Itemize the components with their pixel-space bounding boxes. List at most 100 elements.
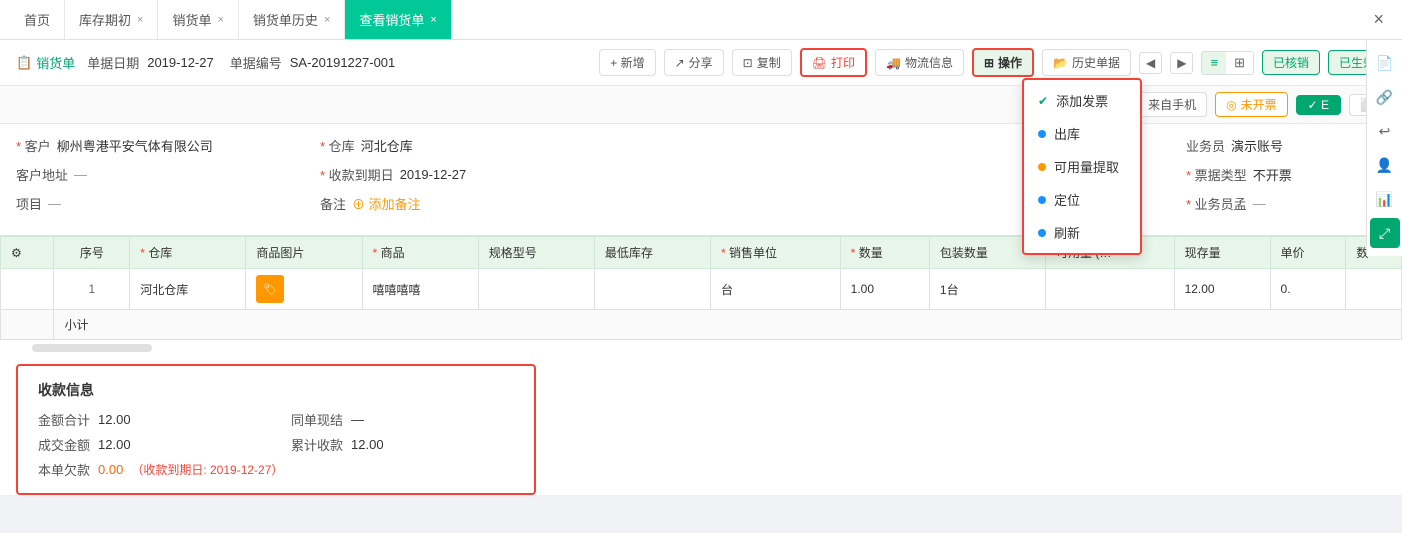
row-available: [1046, 269, 1175, 310]
row-unit-price: 0.: [1270, 269, 1346, 310]
view-grid-button[interactable]: ⊞: [1226, 52, 1253, 74]
payment-date-value: 2019-12-27: [400, 167, 467, 182]
amount-total-label: 金额合计: [38, 410, 90, 429]
col-num: 序号: [54, 237, 130, 269]
doc-type-label: 销货单: [36, 53, 75, 72]
tab-home[interactable]: 首页: [10, 0, 65, 39]
remark-add-button[interactable]: ⊕ 添加备注: [352, 194, 421, 213]
current-due-value: 0.00: [98, 462, 123, 477]
doc-title-area: 📋 销货单 单据日期 2019-12-27 单据编号 SA-20191227-0…: [16, 53, 599, 72]
dropdown-outbound-label: 出库: [1054, 124, 1080, 143]
doc-date-value: 2019-12-27: [147, 55, 214, 70]
ticket-type-field: 票据类型 不开票: [1186, 165, 1386, 184]
product-table: ⚙ 序号 仓库 商品图片 商品 规格型号 最低库存 销售单位 数量 包装数量 可…: [0, 236, 1402, 340]
tab-check-sales[interactable]: 查看销货单 ×: [345, 0, 451, 39]
remark-field: 备注 ⊕ 添加备注: [320, 194, 520, 213]
doc-date-label: 单据日期 2019-12-27: [87, 53, 214, 72]
share-icon: ↗: [675, 56, 685, 70]
doc-type-icon: 📋: [16, 55, 32, 71]
tab-sales-label: 销货单: [172, 10, 211, 29]
customer-value: 柳州粤港平安气体有限公司: [57, 136, 213, 155]
logistics-button[interactable]: 🚚 物流信息: [875, 49, 964, 76]
product-image: 🏷: [256, 275, 284, 303]
tab-inventory-close[interactable]: ×: [137, 14, 143, 26]
dropdown-add-invoice[interactable]: ✔ 添加发票: [1024, 84, 1140, 117]
col-unit: 销售单位: [711, 237, 841, 269]
dropdown-locate[interactable]: 定位: [1024, 183, 1140, 216]
voided-button[interactable]: 已核销: [1262, 50, 1320, 75]
current-due-note: （收款到期日: 2019-12-27）: [131, 461, 283, 478]
tab-sales-history[interactable]: 销货单历史 ×: [239, 0, 345, 39]
customer-label: 客户: [16, 136, 51, 155]
sub-toolbar: 📱 来自手机 ◎ 未开票 ✓ E ⬜: [0, 86, 1402, 124]
col-spec: 规格型号: [478, 237, 594, 269]
tab-sales-close[interactable]: ×: [217, 14, 223, 26]
print-button[interactable]: 🖨 打印: [800, 48, 867, 77]
dropdown-outbound[interactable]: 出库: [1024, 117, 1140, 150]
payment-grid: 金额合计 12.00 同单现结 — 成交金额 12.00 累计收款 12.00 …: [38, 410, 514, 479]
col-warehouse: 仓库: [130, 237, 246, 269]
deal-amount-row: 成交金额 12.00: [38, 435, 261, 454]
warehouse-label: 仓库: [320, 136, 355, 155]
col-image: 商品图片: [246, 237, 362, 269]
address-label: 客户地址: [16, 165, 68, 184]
nav-next-button[interactable]: ▶: [1170, 52, 1193, 74]
sidebar-chart-icon[interactable]: 📊: [1370, 184, 1400, 214]
tab-inventory-init[interactable]: 库存期初 ×: [65, 0, 158, 39]
deal-amount-value: 12.00: [98, 437, 131, 452]
sidebar-link-icon[interactable]: 🔗: [1370, 82, 1400, 112]
dropdown-refresh[interactable]: 刷新: [1024, 216, 1140, 249]
total-received-value: 12.00: [351, 437, 384, 452]
tab-sales-order[interactable]: 销货单 ×: [158, 0, 238, 39]
dropdown-add-invoice-label: 添加发票: [1056, 91, 1108, 110]
row-package-qty: 1台: [929, 269, 1045, 310]
doc-meta: 单据日期 2019-12-27 单据编号 SA-20191227-001: [87, 53, 395, 72]
operate-dropdown: ✔ 添加发票 出库 可用量提取 定位 刷新: [1022, 78, 1142, 255]
current-due-row: 本单欠款 0.00 （收款到期日: 2019-12-27）: [38, 460, 514, 479]
horizontal-scrollbar[interactable]: [32, 344, 152, 352]
operate-button[interactable]: ⊞ 操作: [972, 48, 1034, 77]
subtotal-label: 小计: [54, 310, 1402, 340]
right-sidebar: 📄 🔗 ↩ 👤 📊 ⤢: [1366, 40, 1402, 256]
copy-button[interactable]: ⊡ 复制: [732, 49, 792, 76]
address-field: 客户地址 —: [16, 165, 216, 184]
tab-check-sales-close[interactable]: ×: [430, 14, 436, 26]
row-num: 1: [54, 269, 130, 310]
history-button[interactable]: 📂 历史单据: [1042, 49, 1131, 76]
salesperson-label: 业务员孟: [1186, 194, 1247, 213]
sidebar-undo-icon[interactable]: ↩: [1370, 116, 1400, 146]
tab-history-close[interactable]: ×: [324, 14, 330, 26]
same-order-value: —: [351, 412, 364, 427]
row-amount: [1346, 269, 1402, 310]
confirm-button[interactable]: ✓ E: [1296, 95, 1341, 115]
col-current-stock: 现存量: [1174, 237, 1270, 269]
sidebar-document-icon[interactable]: 📄: [1370, 48, 1400, 78]
form-area: 客户 柳州粤港平安气体有限公司 仓库 河北仓库 业务员 演示账号 客户地址 — …: [0, 124, 1402, 235]
dropdown-available-qty[interactable]: 可用量提取: [1024, 150, 1140, 183]
salesperson-value: —: [1253, 196, 1266, 211]
form-row-2: 客户地址 — 收款到期日 2019-12-27 票据类型 不开票: [16, 165, 1386, 184]
salesperson-field: 业务员孟 —: [1186, 194, 1386, 213]
copy-icon: ⊡: [743, 56, 753, 70]
add-button[interactable]: + 新增: [599, 49, 655, 76]
nav-prev-button[interactable]: ◀: [1139, 52, 1162, 74]
col-quantity: 数量: [840, 237, 929, 269]
not-open-button[interactable]: ◎ 未开票: [1215, 92, 1288, 117]
sidebar-user-icon[interactable]: 👤: [1370, 150, 1400, 180]
table-wrapper: ⚙ 序号 仓库 商品图片 商品 规格型号 最低库存 销售单位 数量 包装数量 可…: [0, 235, 1402, 340]
scroll-area: [0, 340, 1402, 352]
window-close-button[interactable]: ×: [1365, 9, 1392, 30]
row-quantity: 1.00: [840, 269, 929, 310]
row-unit: 台: [711, 269, 841, 310]
table-row: 1 河北仓库 🏷 嘻嘻嘻嘻 台 1.00 1台 12.00 0.: [1, 269, 1402, 310]
amount-total-value: 12.00: [98, 412, 131, 427]
doc-type-badge: 📋 销货单: [16, 53, 75, 72]
col-settings[interactable]: ⚙: [1, 237, 54, 269]
share-button[interactable]: ↗ 分享: [664, 49, 724, 76]
row-product: 嘻嘻嘻嘻: [362, 269, 478, 310]
view-list-button[interactable]: ≡: [1202, 52, 1226, 74]
sidebar-expand-icon[interactable]: ⤢: [1370, 218, 1400, 248]
row-warehouse: 河北仓库: [130, 269, 246, 310]
col-min-stock: 最低库存: [594, 237, 710, 269]
dropdown-refresh-label: 刷新: [1054, 223, 1080, 242]
